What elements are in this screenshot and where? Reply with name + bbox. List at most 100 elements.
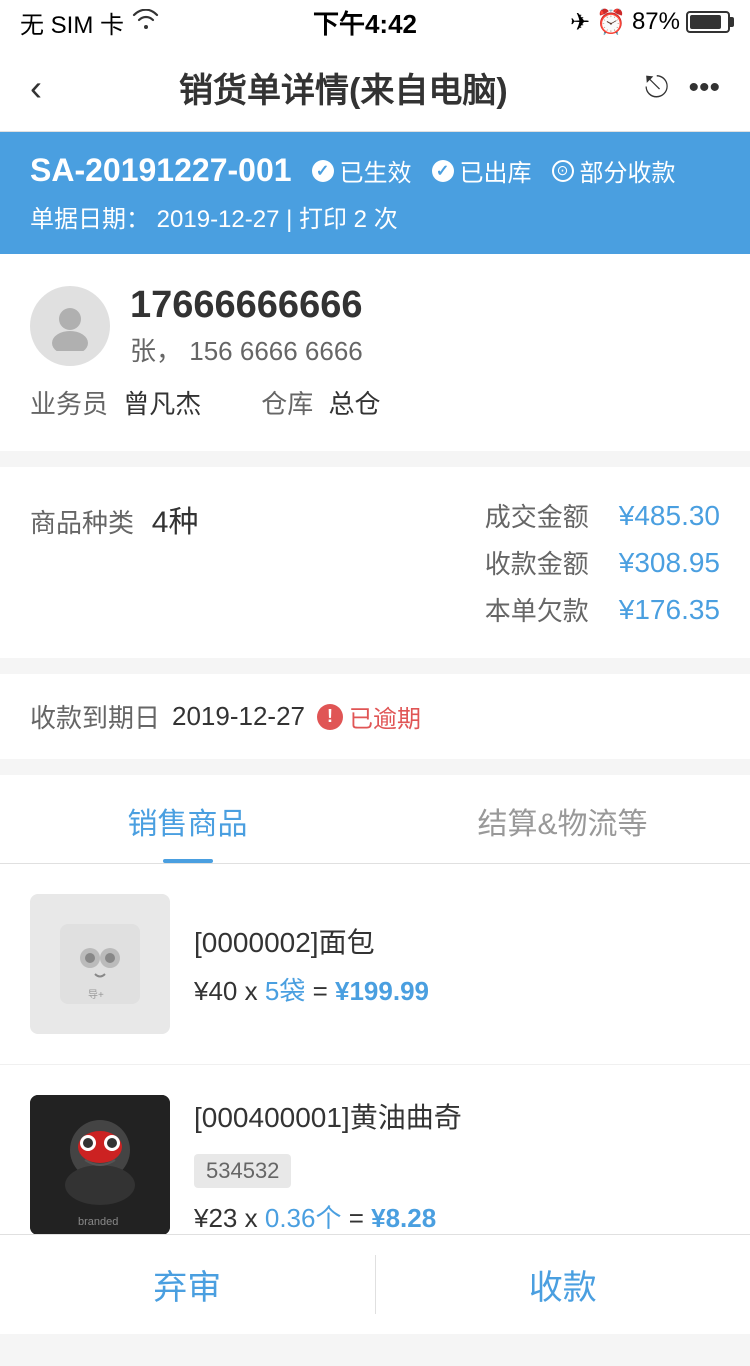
summary-left: 商品种类 4种: [30, 497, 198, 541]
back-button[interactable]: ‹: [30, 67, 42, 109]
warehouse-value: 总仓: [329, 389, 381, 419]
product-code-2: [000400001]: [194, 1102, 350, 1133]
product-name-2: [000400001]黄油曲奇: [194, 1096, 720, 1136]
nav-left: ‹: [30, 67, 42, 109]
badge-partial: ⊙ 部分收款: [552, 153, 676, 188]
tab-products[interactable]: 销售商品: [0, 775, 375, 863]
nav-bar: ‹ 销货单详情(来自电脑) ⎋ •••: [0, 44, 750, 132]
salesperson-value: 曾凡杰: [123, 389, 201, 419]
product-total-2: ¥8.28: [371, 1203, 436, 1233]
due-label: 收款到期日: [30, 698, 160, 735]
product-multiply-2: x: [245, 1203, 265, 1233]
order-header-top: SA-20191227-001 ✓ 已生效 ✓ 已出库 ⊙ 部分收款: [30, 152, 720, 189]
debt-row: 本单欠款 ¥176.35: [485, 591, 720, 628]
customer-details: 业务员 曾凡杰 仓库 总仓: [30, 384, 720, 421]
order-meta-print: | 打印 2 次: [286, 206, 398, 233]
carrier-text: 无 SIM 卡: [20, 5, 124, 40]
debt-value: ¥176.35: [619, 594, 720, 626]
badge-shipped: ✓ 已出库: [432, 153, 532, 188]
salesperson-label: 业务员: [30, 389, 108, 419]
status-right: ✈︎ ⏰ 87%: [570, 8, 730, 37]
order-meta: 单据日期： 2019-12-27 | 打印 2 次: [30, 199, 720, 234]
badge-shipped-label: 已出库: [460, 153, 532, 188]
share-icon[interactable]: ⎋: [645, 71, 669, 105]
product-info-2: [000400001]黄油曲奇 534532 ¥23 x 0.36个 = ¥8.…: [194, 1096, 720, 1235]
receipt-value: ¥308.95: [619, 547, 720, 579]
due-section: 收款到期日 2019-12-27 ! 已逾期: [0, 674, 750, 759]
product-total-1: ¥199.99: [335, 976, 429, 1006]
product-title-1: 面包: [319, 927, 375, 958]
customer-section: 17666666666 张， 156 6666 6666 业务员 曾凡杰 仓库 …: [0, 254, 750, 451]
product-price-1: ¥40: [194, 976, 237, 1006]
status-time: 下午4:42: [313, 4, 417, 41]
customer-phone: 17666666666: [130, 284, 363, 327]
warehouse-label: 仓库: [261, 389, 313, 419]
tab-products-label: 销售商品: [128, 808, 248, 841]
svg-text:导+: 导+: [88, 989, 104, 1001]
product-qty-2: 0.36个: [265, 1203, 342, 1233]
customer-top: 17666666666 张， 156 6666 6666: [30, 284, 720, 368]
products-section: 导+ [0000002]面包 ¥40 x 5袋 = ¥199.99: [0, 864, 750, 1266]
product-info-1: [0000002]面包 ¥40 x 5袋 = ¥199.99: [194, 921, 720, 1008]
svg-text:branded: branded: [78, 1216, 118, 1228]
more-icon[interactable]: •••: [688, 71, 720, 105]
status-left: 无 SIM 卡: [20, 5, 160, 40]
wifi-icon: [132, 8, 160, 36]
status-bar: 无 SIM 卡 下午4:42 ✈︎ ⏰ 87%: [0, 0, 750, 44]
product-price-row-2: ¥23 x 0.36个 = ¥8.28: [194, 1198, 720, 1235]
product-price-row-1: ¥40 x 5袋 = ¥199.99: [194, 971, 720, 1008]
check-icon-2: ✓: [432, 160, 454, 182]
confirm-label: 收款: [529, 1260, 597, 1309]
due-date-value: 2019-12-27: [172, 701, 305, 732]
salesperson-item: 业务员 曾凡杰: [30, 384, 201, 421]
check-icon-1: ✓: [312, 160, 334, 182]
product-eq-1: =: [313, 976, 335, 1006]
tab-settlement-label: 结算&物流等: [477, 808, 647, 841]
clock-icon: ⊙: [552, 160, 574, 182]
customer-name-text: 张，: [130, 336, 182, 366]
product-image-1: 导+: [30, 894, 170, 1034]
badge-partial-label: 部分收款: [580, 153, 676, 188]
badge-effective-label: 已生效: [340, 153, 412, 188]
summary-section: 商品种类 4种 成交金额 ¥485.30 收款金额 ¥308.95 本单欠款 ¥…: [0, 467, 750, 658]
customer-alt-phone: 156 6666 6666: [189, 336, 363, 366]
product-multiply-1: x: [245, 976, 265, 1006]
type-label: 商品种类: [30, 508, 134, 538]
deal-label: 成交金额: [485, 497, 589, 534]
order-meta-date-label: 单据日期：: [30, 206, 150, 233]
deal-row: 成交金额 ¥485.30: [485, 497, 720, 534]
order-id: SA-20191227-001: [30, 152, 292, 189]
avatar: [30, 286, 110, 366]
customer-sub: 张， 156 6666 6666: [130, 331, 363, 368]
customer-info: 17666666666 张， 156 6666 6666: [130, 284, 363, 368]
battery-icon: [686, 11, 730, 33]
product-qty-1: 5袋: [265, 976, 305, 1006]
badge-effective: ✓ 已生效: [312, 153, 412, 188]
product-item: 导+ [0000002]面包 ¥40 x 5袋 = ¥199.99: [0, 864, 750, 1065]
product-image-2: branded: [30, 1095, 170, 1235]
order-header: SA-20191227-001 ✓ 已生效 ✓ 已出库 ⊙ 部分收款 单据日期：…: [0, 132, 750, 254]
cancel-label: 弃审: [153, 1260, 221, 1309]
summary-right: 成交金额 ¥485.30 收款金额 ¥308.95 本单欠款 ¥176.35: [485, 497, 720, 628]
nav-right: ⎋ •••: [645, 71, 720, 105]
product-eq-2: =: [349, 1203, 371, 1233]
overdue-badge: ! 已逾期: [317, 699, 421, 734]
product-image-placeholder-1: 导+: [30, 894, 170, 1034]
debt-label: 本单欠款: [485, 591, 589, 628]
receipt-label: 收款金额: [485, 544, 589, 581]
warehouse-item: 仓库 总仓: [261, 384, 380, 421]
product-name-1: [0000002]面包: [194, 921, 720, 961]
product-price-2: ¥23: [194, 1203, 237, 1233]
product-badge-2: 534532: [194, 1154, 291, 1188]
type-value: 4种: [152, 506, 199, 539]
cancel-button[interactable]: 弃审: [0, 1235, 375, 1334]
overdue-icon: !: [317, 704, 343, 730]
product-title-2: 黄油曲奇: [350, 1102, 462, 1133]
product-code-1: [0000002]: [194, 927, 319, 958]
location-icon: ✈︎: [570, 8, 590, 37]
tab-settlement[interactable]: 结算&物流等: [375, 775, 750, 863]
deal-value: ¥485.30: [619, 500, 720, 532]
order-meta-date: 2019-12-27: [157, 206, 280, 233]
battery-percent: 87%: [632, 8, 680, 36]
confirm-button[interactable]: 收款: [376, 1235, 750, 1334]
